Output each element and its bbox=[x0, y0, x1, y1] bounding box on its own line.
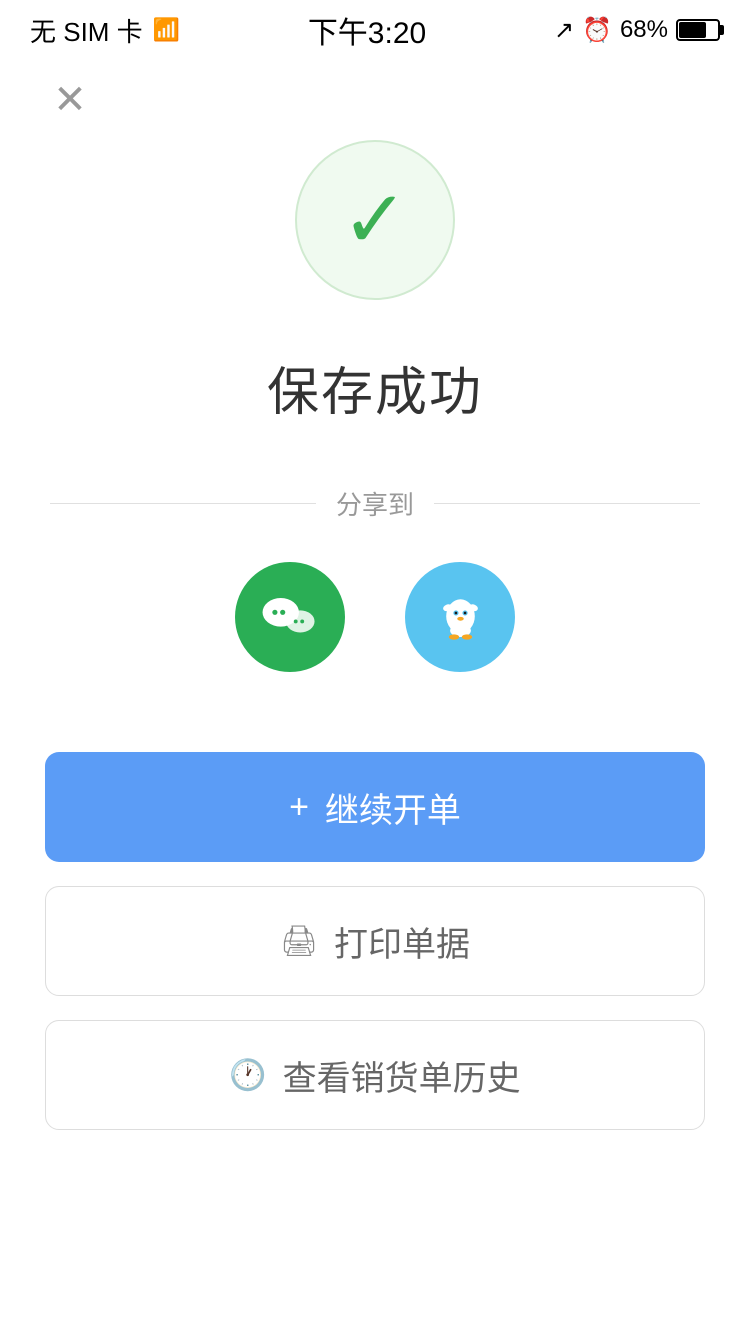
print-label: 打印单据 bbox=[334, 917, 470, 966]
printer-icon: 🖨 bbox=[280, 924, 318, 959]
divider-left bbox=[50, 503, 316, 504]
wechat-icon bbox=[258, 585, 323, 650]
wifi-icon: 📶 bbox=[153, 17, 180, 43]
alarm-icon: ⏰ bbox=[582, 16, 612, 45]
close-icon: ✕ bbox=[53, 80, 87, 120]
status-bar: 无 SIM 卡 📶 下午3:20 ↗ ⏰ 68% bbox=[0, 0, 750, 60]
print-button[interactable]: 🖨 打印单据 bbox=[45, 886, 705, 996]
history-label: 查看销货单历史 bbox=[283, 1051, 521, 1100]
action-buttons: + 继续开单 🖨 打印单据 🕐 查看销货单历史 bbox=[45, 752, 705, 1130]
divider-right bbox=[434, 503, 700, 504]
continue-button[interactable]: + 继续开单 bbox=[45, 752, 705, 862]
wechat-share-button[interactable] bbox=[235, 562, 345, 672]
qq-icon bbox=[428, 585, 493, 650]
status-time: 下午3:20 bbox=[308, 8, 426, 52]
share-label: 分享到 bbox=[336, 485, 414, 522]
success-title: 保存成功 bbox=[267, 350, 483, 425]
close-button[interactable]: ✕ bbox=[40, 70, 100, 130]
main-content: ✓ 保存成功 分享到 bbox=[0, 60, 750, 1130]
battery-icon bbox=[676, 19, 720, 41]
history-button[interactable]: 🕐 查看销货单历史 bbox=[45, 1020, 705, 1130]
location-icon: ↗ bbox=[554, 16, 574, 45]
battery-percent: 68% bbox=[620, 16, 668, 44]
success-circle: ✓ bbox=[295, 140, 455, 300]
sim-status: 无 SIM 卡 bbox=[30, 12, 143, 49]
status-right: ↗ ⏰ 68% bbox=[554, 16, 720, 45]
continue-label: 继续开单 bbox=[325, 783, 461, 832]
plus-icon: + bbox=[289, 788, 309, 827]
qq-share-button[interactable] bbox=[405, 562, 515, 672]
share-divider-container: 分享到 bbox=[50, 485, 700, 522]
status-left: 无 SIM 卡 📶 bbox=[30, 12, 180, 49]
checkmark-icon: ✓ bbox=[341, 180, 408, 260]
history-icon: 🕐 bbox=[229, 1058, 266, 1093]
share-icons bbox=[235, 562, 515, 672]
